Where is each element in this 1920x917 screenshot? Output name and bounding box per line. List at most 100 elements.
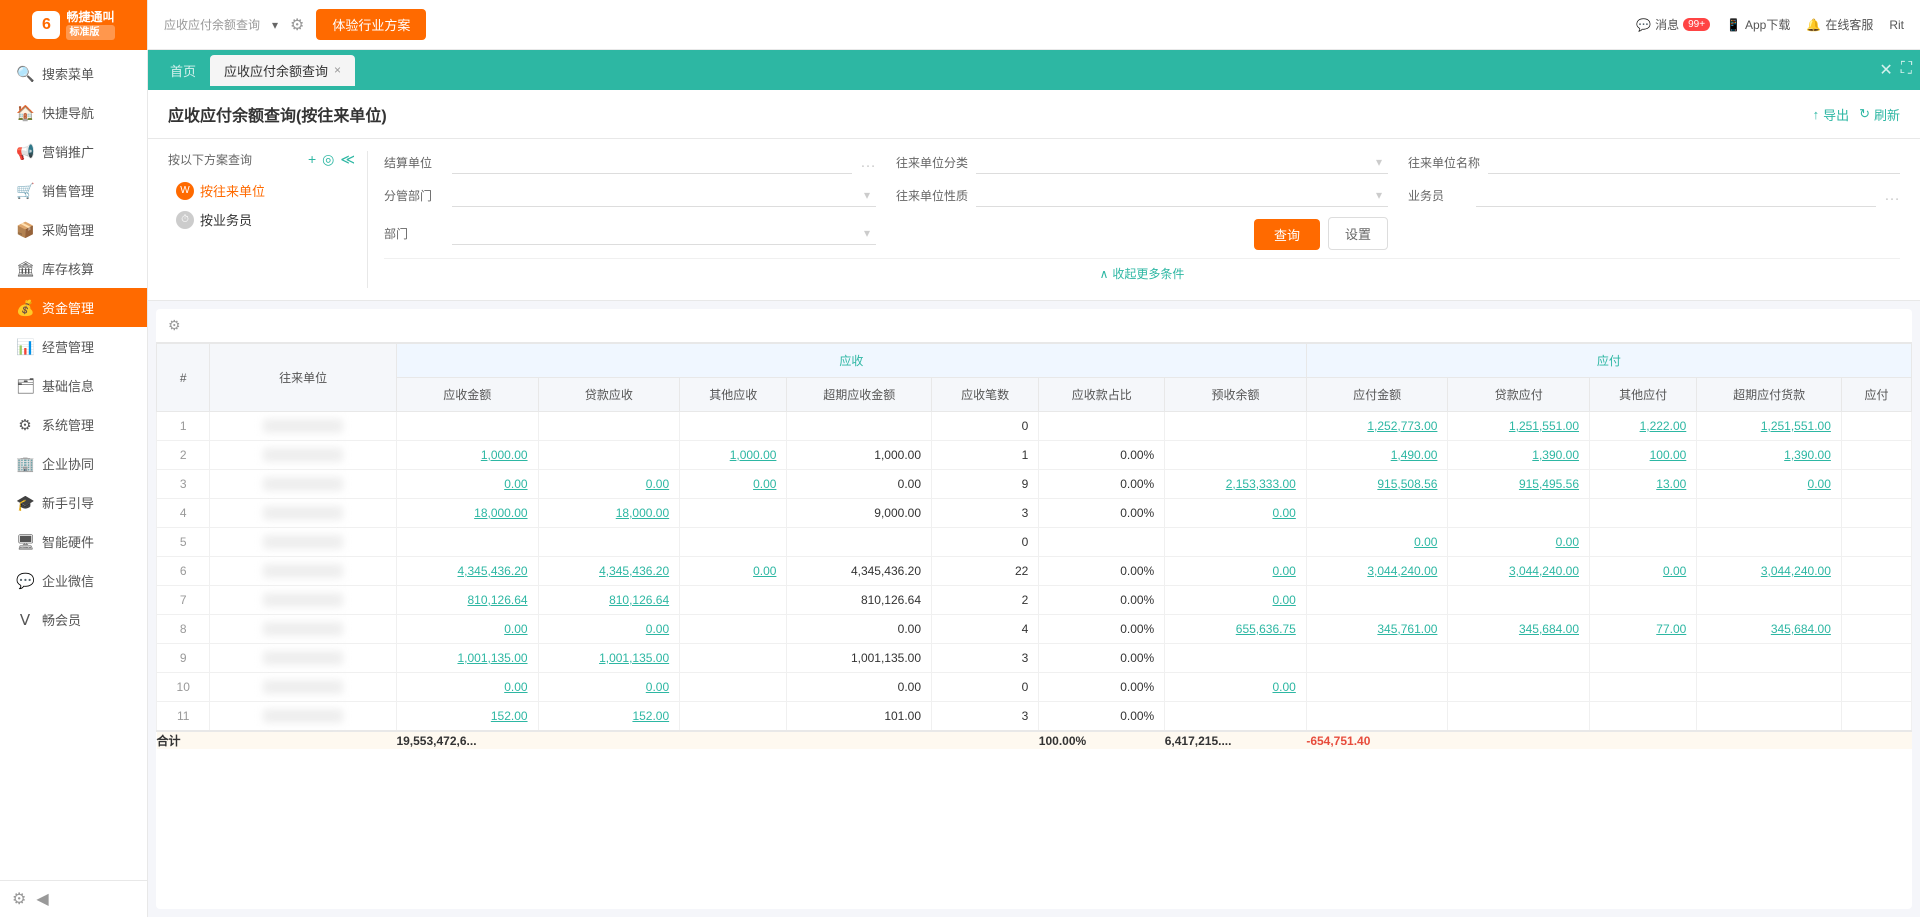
guide-icon: 🎓 (16, 494, 34, 512)
collapse-filter-button[interactable]: ∧ 收起更多条件 (384, 258, 1900, 288)
sidebar-item-sales[interactable]: 🛒 销售管理 (0, 171, 147, 210)
footer-ar-amount[interactable]: 19,553,472,6... (396, 731, 538, 749)
filter-salesperson: 业务员 … (1408, 184, 1900, 207)
row-partner (210, 673, 397, 702)
tab-balance[interactable]: 应收应付余额查询 × (210, 55, 355, 86)
unit-nature-select[interactable]: ▾ (976, 184, 1388, 207)
sidebar-item-inventory[interactable]: 🏛 库存核算 (0, 249, 147, 288)
tab-close-window-icon[interactable]: ✕ (1879, 60, 1892, 80)
enterprise-icon: 🏢 (16, 455, 34, 473)
row-partner (210, 615, 397, 644)
col-group-payable: 应付 (1306, 344, 1911, 378)
filter-grid: 结算单位 … 往来单位分类 ▾ 往来单位名称 分管部门 (384, 151, 1900, 250)
plan-by-staff[interactable]: ⏱ 按业务员 (168, 205, 355, 234)
sidebar-item-purchase[interactable]: 📦 采购管理 (0, 210, 147, 249)
data-table: # 往来单位 应收 应付 应收金额 贷款应收 其他应收 超期应收金额 应收笔数 … (156, 343, 1912, 749)
footer-ar-prepay[interactable]: 6,417,215.... (1165, 731, 1307, 749)
filter-settlement-unit: 结算单位 … (384, 151, 876, 174)
messages-button[interactable]: 💬 消息 99+ (1636, 16, 1710, 33)
settings-button[interactable]: 设置 (1328, 217, 1388, 250)
plan-by-unit[interactable]: W 按往来单位 (168, 176, 355, 205)
search-icon: 🔍 (16, 65, 34, 83)
table-toolbar: ⚙ (156, 309, 1912, 343)
table-wrapper[interactable]: # 往来单位 应收 应付 应收金额 贷款应收 其他应收 超期应收金额 应收笔数 … (156, 343, 1912, 909)
sidebar-item-base[interactable]: 🗂 基础信息 (0, 366, 147, 405)
row-partner (210, 702, 397, 732)
filter-area: 按以下方案查询 + ◎ ≪ W 按往来单位 ⏱ 按业务员 结算单位 (148, 139, 1920, 301)
logo-text: 畅捷通叫 标准版 (66, 10, 114, 41)
row-num: 11 (157, 702, 210, 732)
purchase-icon: 📦 (16, 221, 34, 239)
settlement-unit-input[interactable] (452, 151, 852, 174)
footer-label: 合计 (157, 731, 397, 749)
solution-button[interactable]: 体验行业方案 (316, 9, 426, 40)
sidebar-item-operations[interactable]: 📊 经营管理 (0, 327, 147, 366)
table-row: 9 1,001,135.00 1,001,135.00 1,001,135.00… (157, 644, 1912, 673)
query-button[interactable]: 查询 (1254, 219, 1320, 250)
dept-manage-select[interactable]: ▾ (452, 184, 876, 207)
sidebar-item-hardware[interactable]: 🖥 智能硬件 (0, 522, 147, 561)
unit-category-select[interactable]: ▾ (976, 151, 1388, 174)
header-gear-icon[interactable]: ⚙ (290, 15, 304, 35)
system-icon: ⚙ (16, 416, 34, 434)
row-num: 10 (157, 673, 210, 702)
edit-plan-button[interactable]: ◎ (322, 151, 334, 168)
row-partner (210, 644, 397, 673)
user-menu[interactable]: Rit (1889, 18, 1904, 32)
collapse-icon: ∧ (1100, 267, 1109, 281)
service-icon: 🔔 (1806, 18, 1821, 32)
table-row: 10 0.00 0.00 0.00 0 0.00% 0.00 (157, 673, 1912, 702)
table-row: 7 810,126.64 810,126.64 810,126.64 2 0.0… (157, 586, 1912, 615)
table-settings-icon[interactable]: ⚙ (168, 317, 181, 334)
dept-select[interactable]: ▾ (452, 222, 876, 245)
sidebar-item-search[interactable]: 🔍 搜索菜单 (0, 54, 147, 93)
sidebar-item-guide[interactable]: 🎓 新手引导 (0, 483, 147, 522)
logo-icon: 6 (32, 11, 60, 39)
home-icon: 🏠 (16, 104, 34, 122)
col-ap-other: 其他应付 (1590, 378, 1697, 412)
filter-plans: 按以下方案查询 + ◎ ≪ W 按往来单位 ⏱ 按业务员 (168, 151, 368, 288)
export-button[interactable]: ↑ 导出 (1813, 105, 1850, 124)
sidebar-menu: 🔍 搜索菜单 🏠 快捷导航 📢 营销推广 🛒 销售管理 📦 采购管理 🏛 库存核… (0, 50, 147, 880)
sidebar-item-member[interactable]: Ⅴ 畅会员 (0, 600, 147, 639)
salesperson-dots[interactable]: … (1884, 187, 1900, 205)
row-num: 4 (157, 499, 210, 528)
add-plan-button[interactable]: + (308, 151, 316, 168)
sidebar-item-finance[interactable]: 💰 资金管理 (0, 288, 147, 327)
settlement-unit-dots[interactable]: … (860, 154, 876, 172)
tab-home-label: 首页 (170, 61, 196, 80)
collapse-sidebar-icon[interactable]: ◀ (36, 889, 48, 909)
tab-bar-actions: ✕ ⛶ (1879, 60, 1912, 80)
unit-name-input[interactable] (1488, 151, 1900, 174)
plan-staff-icon: ⏱ (176, 211, 194, 229)
operations-icon: 📊 (16, 338, 34, 356)
dept-manage-arrow: ▾ (864, 188, 870, 202)
sidebar-item-system[interactable]: ⚙ 系统管理 (0, 405, 147, 444)
salesperson-input[interactable] (1476, 184, 1876, 207)
table-row: 4 18,000.00 18,000.00 9,000.00 3 0.00% 0… (157, 499, 1912, 528)
main-content: 应收应付余额查询(按往来单位) ↑ 导出 ↻ 刷新 按以下方案查询 + ◎ ≪ (148, 90, 1920, 917)
member-icon: Ⅴ (16, 611, 34, 629)
settings-bottom-icon[interactable]: ⚙ (12, 889, 26, 909)
tab-home[interactable]: 首页 (156, 55, 210, 86)
base-icon: 🗂 (16, 377, 34, 395)
header-actions: 💬 消息 99+ 📱 App下载 🔔 在线客服 Rit (1636, 16, 1904, 33)
tab-maximize-icon[interactable]: ⛶ (1901, 60, 1912, 80)
app-download-button[interactable]: 📱 App下载 (1726, 16, 1790, 33)
sidebar-item-quick[interactable]: 🏠 快捷导航 (0, 93, 147, 132)
table-row: 8 0.00 0.00 0.00 4 0.00% 655,636.75 345,… (157, 615, 1912, 644)
col-ap-extra: 应付 (1841, 378, 1911, 412)
col-ar-overdue: 超期应收金额 (787, 378, 932, 412)
export-icon: ↑ (1813, 107, 1820, 122)
online-service-button[interactable]: 🔔 在线客服 (1806, 16, 1873, 33)
refresh-button[interactable]: ↻ 刷新 (1859, 105, 1900, 124)
filter-dept: 部门 ▾ (384, 217, 876, 250)
sidebar-item-wechat[interactable]: 💬 企业微信 (0, 561, 147, 600)
marketing-icon: 📢 (16, 143, 34, 161)
sidebar-item-marketing[interactable]: 📢 营销推广 (0, 132, 147, 171)
header-dropdown-icon[interactable]: ▾ (272, 18, 278, 32)
tab-close-icon[interactable]: × (334, 63, 341, 77)
footer-ap-amount: -654,751.40 (1306, 731, 1448, 749)
more-plan-button[interactable]: ≪ (340, 151, 355, 168)
sidebar-item-enterprise[interactable]: 🏢 企业协同 (0, 444, 147, 483)
